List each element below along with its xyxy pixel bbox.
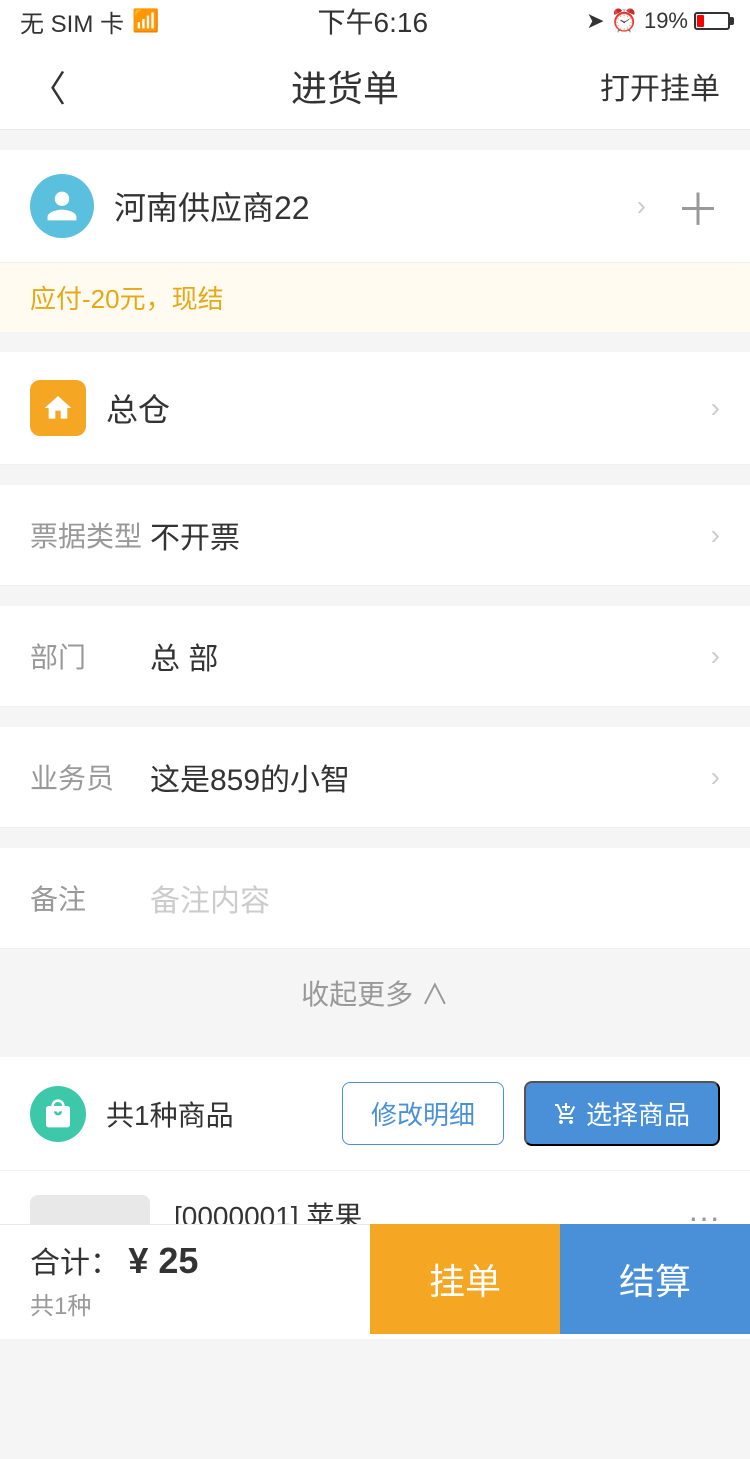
page-title: 进货单 — [291, 60, 399, 112]
section-gap-3 — [0, 465, 750, 485]
modify-detail-button[interactable]: 修改明细 — [342, 1082, 504, 1145]
section-gap-2 — [0, 332, 750, 352]
warehouse-icon — [30, 380, 86, 436]
status-bar: 无 SIM 卡 📶 下午6:16 ➤ ⏰ 19% — [0, 0, 750, 42]
notice-banner: 应付-20元，现结 — [0, 263, 750, 332]
bottom-spacer — [0, 1339, 750, 1459]
location-icon: ➤ — [586, 8, 604, 34]
time-label: 下午6:16 — [318, 1, 429, 41]
total-label: 合计： — [30, 1247, 120, 1280]
nav-bar: 〈 进货单 打开挂单 — [0, 42, 750, 130]
salesperson-section: 业务员 这是859的小智 › — [0, 727, 750, 828]
salesperson-label: 业务员 — [30, 757, 150, 797]
remark-section: 备注 备注内容 — [0, 848, 750, 949]
remark-row[interactable]: 备注 备注内容 — [0, 848, 750, 949]
total-amount: ¥ 25 — [128, 1240, 198, 1281]
shopping-bag-icon — [42, 1098, 74, 1130]
products-count: 共1种商品 — [106, 1094, 322, 1134]
cart-plus-icon — [554, 1102, 578, 1126]
total-count: 共1种 — [30, 1286, 340, 1321]
warehouse-arrow-icon: › — [711, 392, 720, 424]
back-button[interactable]: 〈 — [30, 60, 90, 112]
collapse-label: 收起更多 ∧ — [301, 973, 449, 1013]
home-icon — [42, 392, 74, 424]
invoice-row[interactable]: 票据类型 不开票 › — [0, 485, 750, 586]
select-product-label: 选择商品 — [586, 1095, 690, 1132]
department-arrow-icon: › — [711, 640, 720, 672]
invoice-arrow-icon: › — [711, 519, 720, 551]
salesperson-value: 这是859的小智 — [150, 755, 711, 799]
battery-icon — [694, 12, 730, 30]
salesperson-row[interactable]: 业务员 这是859的小智 › — [0, 727, 750, 828]
supplier-section: 河南供应商22 › ＋ 应付-20元，现结 — [0, 150, 750, 332]
open-pending-button[interactable]: 打开挂单 — [600, 64, 720, 108]
warehouse-section: 总仓 › — [0, 352, 750, 465]
section-gap-1 — [0, 130, 750, 150]
add-supplier-button[interactable]: ＋ — [676, 174, 720, 238]
supplier-name: 河南供应商22 — [114, 183, 637, 229]
department-row[interactable]: 部门 总 部 › — [0, 606, 750, 707]
warehouse-name: 总仓 — [106, 385, 711, 431]
products-header: 共1种商品 修改明细 选择商品 — [0, 1057, 750, 1170]
supplier-row[interactable]: 河南供应商22 › ＋ — [0, 150, 750, 263]
section-gap-6 — [0, 828, 750, 848]
invoice-section: 票据类型 不开票 › — [0, 485, 750, 586]
status-left: 无 SIM 卡 📶 — [20, 4, 159, 39]
bottom-bar: 合计： ¥ 25 共1种 挂单 结算 — [0, 1224, 750, 1334]
department-label: 部门 — [30, 636, 150, 676]
total-main: 合计： ¥ 25 — [30, 1238, 340, 1282]
department-value: 总 部 — [150, 634, 711, 678]
remark-label: 备注 — [30, 878, 150, 918]
remark-placeholder: 备注内容 — [150, 876, 720, 920]
invoice-label: 票据类型 — [30, 515, 150, 555]
supplier-avatar — [30, 174, 94, 238]
status-right: ➤ ⏰ 19% — [586, 8, 730, 34]
products-icon — [30, 1086, 86, 1142]
wifi-icon: 📶 — [132, 8, 159, 34]
alarm-icon: ⏰ — [611, 8, 638, 34]
total-section: 合计： ¥ 25 共1种 — [0, 1224, 370, 1334]
select-product-button[interactable]: 选择商品 — [524, 1081, 720, 1146]
battery-percent: 19% — [644, 8, 688, 34]
invoice-value: 不开票 — [150, 513, 711, 557]
department-section: 部门 总 部 › — [0, 606, 750, 707]
section-gap-5 — [0, 707, 750, 727]
collapse-button[interactable]: 收起更多 ∧ — [0, 949, 750, 1037]
section-gap-4 — [0, 586, 750, 606]
pend-button[interactable]: 挂单 — [370, 1224, 560, 1334]
salesperson-arrow-icon: › — [711, 761, 720, 793]
warehouse-row[interactable]: 总仓 › — [0, 352, 750, 465]
person-icon — [44, 188, 80, 224]
supplier-arrow-icon: › — [637, 190, 646, 222]
carrier-label: 无 SIM 卡 — [20, 4, 124, 39]
section-gap-7 — [0, 1037, 750, 1057]
settle-button[interactable]: 结算 — [560, 1224, 750, 1334]
